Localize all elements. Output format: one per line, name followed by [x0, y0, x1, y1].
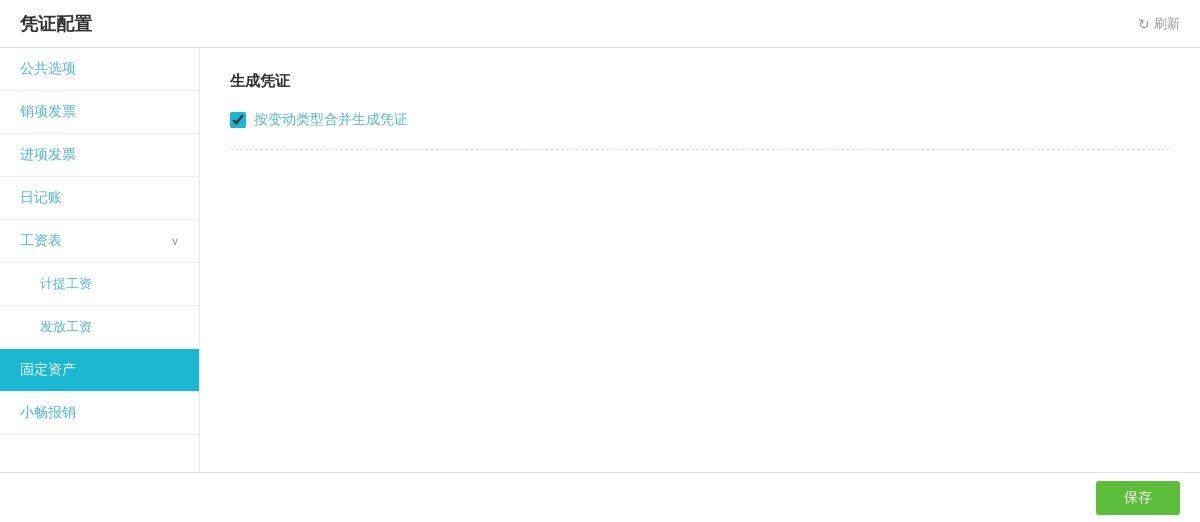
section-divider [230, 149, 1170, 150]
sidebar-label-petty-expense: 小畅报销 [20, 404, 76, 422]
refresh-icon: ↻ [1138, 16, 1150, 32]
sidebar-item-purchase-invoice[interactable]: 进项发票 [0, 134, 199, 177]
content-area: 生成凭证 按变动类型合并生成凭证 [200, 48, 1200, 472]
checkbox-row: 按变动类型合并生成凭证 [230, 111, 1170, 129]
sidebar-item-journal[interactable]: 日记账 [0, 177, 199, 220]
sidebar-item-payroll-accrual[interactable]: 计提工资 [0, 263, 199, 306]
sidebar-item-petty-expense[interactable]: 小畅报销 [0, 392, 199, 435]
main-layout: 公共选项销项发票进项发票日记账工资表 ∨ 计提工资发放工资固定资产小畅报销 生成凭证… [0, 48, 1200, 472]
sidebar-label-public-options: 公共选项 [20, 60, 76, 78]
chevron-down-icon: ∨ [171, 235, 179, 248]
merge-by-type-checkbox[interactable] [230, 112, 246, 128]
merge-by-type-label[interactable]: 按变动类型合并生成凭证 [254, 111, 408, 129]
sidebar-item-fixed-assets[interactable]: 固定资产 [0, 349, 199, 392]
sidebar-label-journal: 日记账 [20, 189, 62, 207]
sidebar-label-payroll-accrual: 计提工资 [40, 275, 92, 293]
sidebar-label-sales-invoice: 销项发票 [20, 103, 76, 121]
save-button[interactable]: 保存 [1096, 481, 1180, 515]
sidebar-item-sales-invoice[interactable]: 销项发票 [0, 91, 199, 134]
header: 凭证配置 ↻ 刷新 [0, 0, 1200, 48]
section-title: 生成凭证 [230, 72, 1170, 91]
sidebar-item-payroll[interactable]: 工资表 ∨ [0, 220, 199, 263]
sidebar-label-purchase-invoice: 进项发票 [20, 146, 76, 164]
sidebar-label-payroll: 工资表 [20, 232, 62, 250]
refresh-button[interactable]: ↻ 刷新 [1138, 15, 1180, 33]
page-title: 凭证配置 [20, 12, 92, 36]
refresh-label: 刷新 [1154, 15, 1180, 33]
sidebar-label-payroll-payment: 发放工资 [40, 318, 92, 336]
footer: 保存 [0, 472, 1200, 522]
sidebar-item-public-options[interactable]: 公共选项 [0, 48, 199, 91]
sidebar-item-payroll-payment[interactable]: 发放工资 [0, 306, 199, 349]
page-wrapper: 凭证配置 ↻ 刷新 公共选项销项发票进项发票日记账工资表 ∨ 计提工资发放工资固定资… [0, 0, 1200, 522]
sidebar: 公共选项销项发票进项发票日记账工资表 ∨ 计提工资发放工资固定资产小畅报销 [0, 48, 200, 472]
sidebar-label-fixed-assets: 固定资产 [20, 361, 76, 379]
